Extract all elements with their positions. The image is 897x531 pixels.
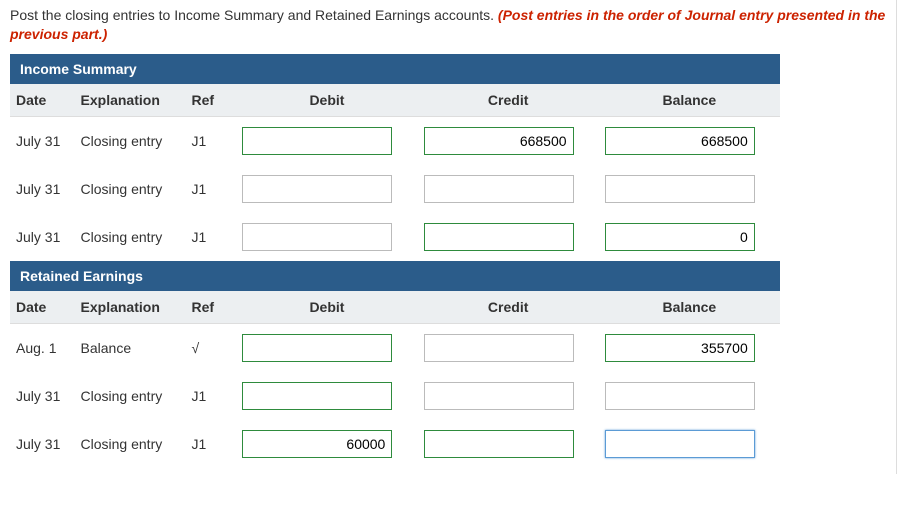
income-summary-col-headers: Date Explanation Ref Debit Credit Balanc…	[10, 84, 780, 117]
credit-input[interactable]	[424, 223, 574, 251]
table-row: July 31 Closing entry J1	[10, 213, 780, 261]
retained-earnings-col-headers: Date Explanation Ref Debit Credit Balanc…	[10, 291, 780, 324]
cell-date: July 31	[10, 372, 75, 420]
balance-input[interactable]	[605, 382, 755, 410]
debit-input[interactable]	[242, 334, 392, 362]
cell-date: July 31	[10, 165, 75, 213]
cell-ref: J1	[186, 116, 237, 165]
balance-input[interactable]	[605, 175, 755, 203]
col-header-explanation: Explanation	[75, 291, 186, 324]
balance-input[interactable]	[605, 334, 755, 362]
cell-explanation: Closing entry	[75, 213, 186, 261]
col-header-ref: Ref	[186, 291, 237, 324]
col-header-ref: Ref	[186, 84, 237, 117]
col-header-balance: Balance	[599, 84, 780, 117]
cell-explanation: Balance	[75, 323, 186, 372]
col-header-credit: Credit	[418, 84, 599, 117]
cell-date: July 31	[10, 116, 75, 165]
table-row: July 31 Closing entry J1	[10, 420, 780, 468]
cell-date: Aug. 1	[10, 323, 75, 372]
cell-ref: J1	[186, 213, 237, 261]
cell-explanation: Closing entry	[75, 420, 186, 468]
debit-input[interactable]	[242, 127, 392, 155]
instructions: Post the closing entries to Income Summa…	[10, 6, 886, 44]
credit-input[interactable]	[424, 175, 574, 203]
col-header-date: Date	[10, 84, 75, 117]
balance-input[interactable]	[605, 430, 755, 458]
col-header-credit: Credit	[418, 291, 599, 324]
cell-ref: J1	[186, 165, 237, 213]
instructions-plain: Post the closing entries to Income Summa…	[10, 7, 498, 23]
cell-date: July 31	[10, 420, 75, 468]
retained-earnings-header: Retained Earnings	[10, 261, 780, 291]
retained-earnings-title: Retained Earnings	[10, 261, 780, 291]
credit-input[interactable]	[424, 334, 574, 362]
debit-input[interactable]	[242, 382, 392, 410]
cell-date: July 31	[10, 213, 75, 261]
credit-input[interactable]	[424, 430, 574, 458]
cell-explanation: Closing entry	[75, 165, 186, 213]
cell-ref: √	[186, 323, 237, 372]
col-header-date: Date	[10, 291, 75, 324]
table-row: July 31 Closing entry J1	[10, 165, 780, 213]
balance-input[interactable]	[605, 223, 755, 251]
credit-input[interactable]	[424, 382, 574, 410]
col-header-debit: Debit	[236, 291, 417, 324]
col-header-debit: Debit	[236, 84, 417, 117]
debit-input[interactable]	[242, 175, 392, 203]
cell-ref: J1	[186, 420, 237, 468]
cell-explanation: Closing entry	[75, 116, 186, 165]
balance-input[interactable]	[605, 127, 755, 155]
income-summary-title: Income Summary	[10, 54, 780, 84]
col-header-balance: Balance	[599, 291, 780, 324]
col-header-explanation: Explanation	[75, 84, 186, 117]
table-row: Aug. 1 Balance √	[10, 323, 780, 372]
income-summary-header: Income Summary	[10, 54, 780, 84]
debit-input[interactable]	[242, 223, 392, 251]
cell-ref: J1	[186, 372, 237, 420]
cell-explanation: Closing entry	[75, 372, 186, 420]
debit-input[interactable]	[242, 430, 392, 458]
table-row: July 31 Closing entry J1	[10, 116, 780, 165]
credit-input[interactable]	[424, 127, 574, 155]
table-row: July 31 Closing entry J1	[10, 372, 780, 420]
ledger-table: Income Summary Date Explanation Ref Debi…	[10, 54, 780, 468]
